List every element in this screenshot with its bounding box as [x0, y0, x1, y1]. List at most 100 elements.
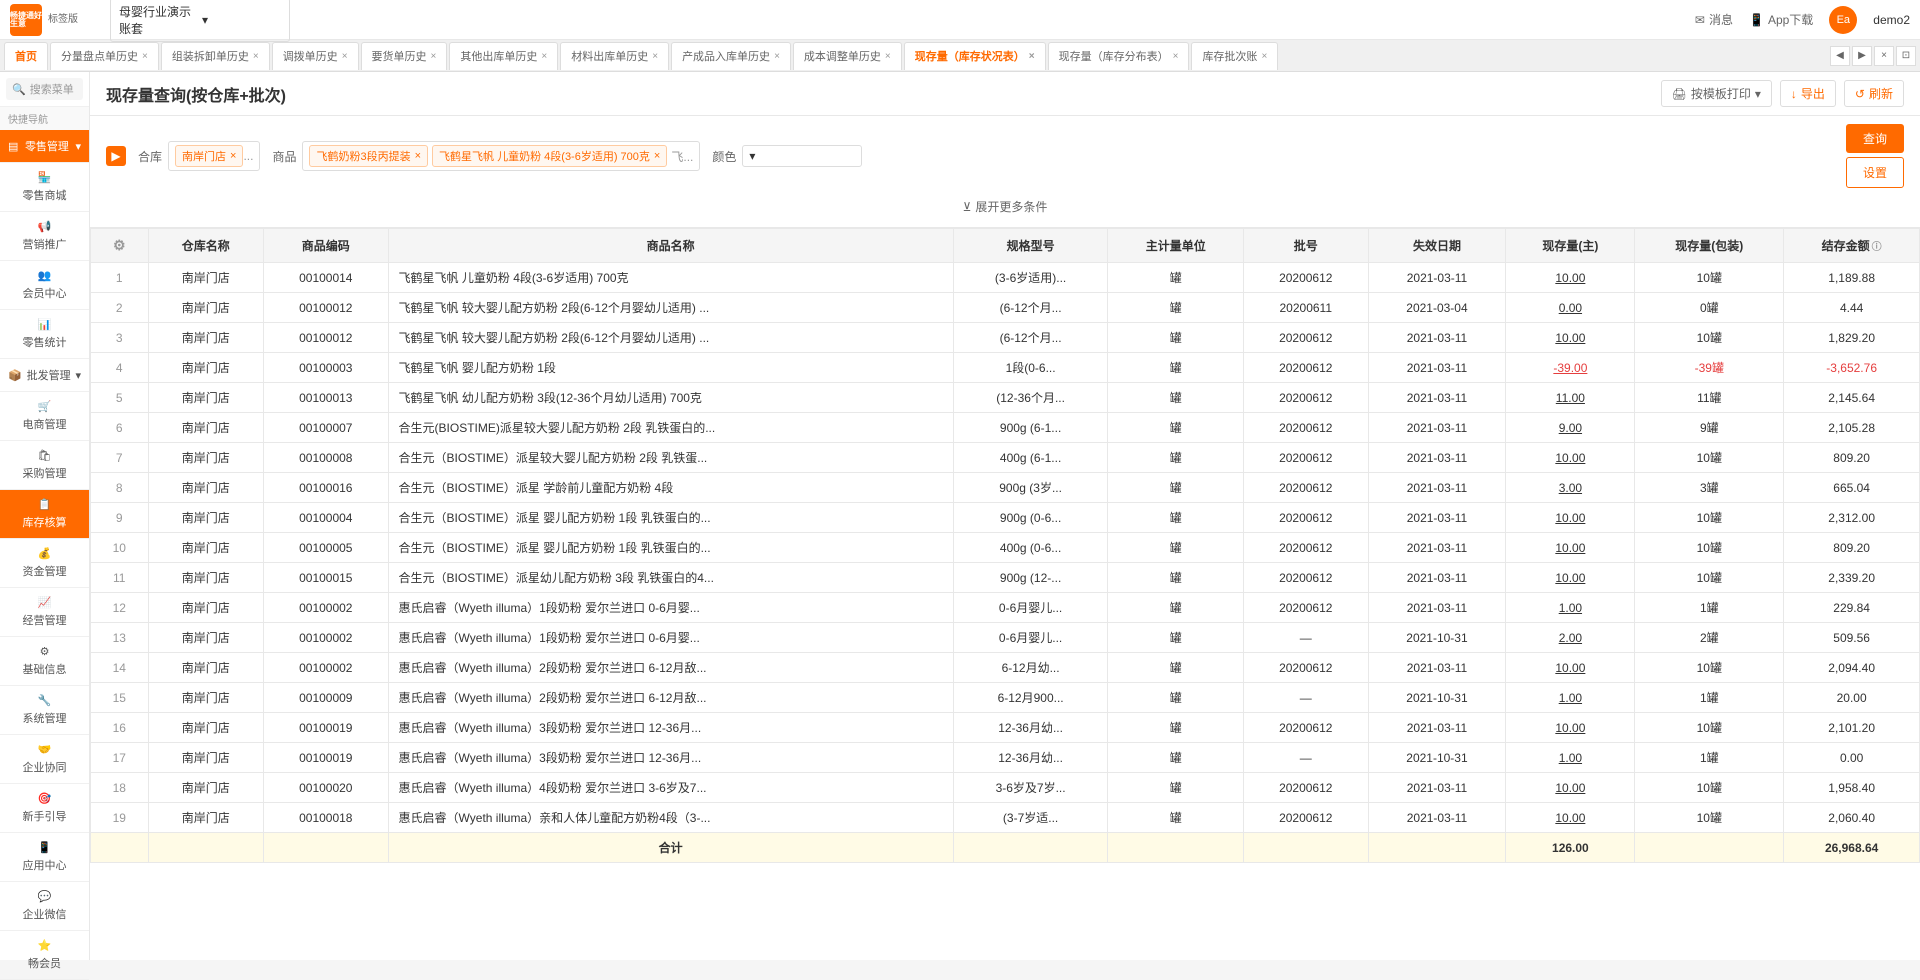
cell-qty-main[interactable]: 10.00: [1506, 713, 1635, 743]
tab-home[interactable]: 首页: [4, 42, 48, 70]
color-input[interactable]: ▾: [742, 145, 862, 167]
cell-qty-main[interactable]: 10.00: [1506, 503, 1635, 533]
sidebar-search-box[interactable]: 🔍 搜索菜单: [6, 78, 83, 100]
tab-close-cost-adjust[interactable]: ×: [885, 51, 891, 62]
tab-prev-btn[interactable]: ◀: [1830, 46, 1850, 66]
tab-current-stock-status[interactable]: 现存量（库存状况表） ×: [904, 42, 1046, 70]
tab-fullscreen-btn[interactable]: ⊡: [1896, 46, 1916, 66]
column-settings-icon[interactable]: ⚙: [113, 237, 126, 253]
cell-qty-pkg: 10罐: [1635, 443, 1784, 473]
cell-qty-main[interactable]: 11.00: [1506, 383, 1635, 413]
cell-qty-main[interactable]: 10.00: [1506, 803, 1635, 833]
sidebar-item-wholesale-label: 批发管理: [25, 367, 73, 383]
refresh-btn[interactable]: ↺ 刷新: [1844, 80, 1904, 107]
warehouse-more[interactable]: ...: [243, 149, 253, 163]
cell-qty-main[interactable]: -39.00: [1506, 353, 1635, 383]
tab-cost-adjust[interactable]: 成本调整单历史 ×: [793, 42, 902, 70]
tab-other-out[interactable]: 其他出库单历史 ×: [449, 42, 558, 70]
tab-close-disassemble[interactable]: ×: [253, 51, 259, 62]
tab-close-batch-ledger[interactable]: ×: [1261, 51, 1267, 62]
sidebar-item-inventory[interactable]: 📋 库存核算: [0, 490, 89, 539]
tab-requisition[interactable]: 要货单历史 ×: [361, 42, 448, 70]
sidebar-item-app-center[interactable]: 📱 应用中心: [0, 833, 89, 882]
cell-qty-main[interactable]: 2.00: [1506, 623, 1635, 653]
tab-current-stock-dist[interactable]: 现存量（库存分布表） ×: [1048, 42, 1190, 70]
tab-allocate[interactable]: 调拨单历史 ×: [272, 42, 359, 70]
product-more[interactable]: 飞...: [671, 148, 693, 165]
message-btn[interactable]: ✉ 消息: [1695, 11, 1733, 28]
product-tag-1-close[interactable]: ×: [415, 150, 421, 162]
product-input[interactable]: 飞鹤奶粉3段丙提装 × 飞鹤星飞帆 儿童奶粉 4段(3-6岁适用) 700克 ×…: [302, 141, 700, 171]
tab-material-out[interactable]: 材料出库单历史 ×: [560, 42, 669, 70]
cell-qty-main[interactable]: 10.00: [1506, 773, 1635, 803]
tab-close-current-dist[interactable]: ×: [1173, 51, 1179, 62]
cell-balance: 2,060.40: [1784, 803, 1920, 833]
sidebar-item-business[interactable]: 📈 经营管理: [0, 588, 89, 637]
cell-qty-main[interactable]: 10.00: [1506, 443, 1635, 473]
app-download-btn[interactable]: 📱 App下载: [1749, 11, 1813, 28]
warehouse-input[interactable]: 南岸门店 × ...: [168, 141, 260, 171]
tab-product-in[interactable]: 产成品入库单历史 ×: [671, 42, 791, 70]
cell-spec: (3-7岁适...: [953, 803, 1108, 833]
cell-qty-main[interactable]: 10.00: [1506, 563, 1635, 593]
sidebar-item-system[interactable]: 🔧 系统管理: [0, 686, 89, 735]
tab-close-material-out[interactable]: ×: [652, 51, 658, 62]
expand-conditions-btn[interactable]: ⊻ 展开更多条件: [951, 194, 1060, 219]
cell-expire: 2021-10-31: [1368, 683, 1506, 713]
wholesale-icon: 📦: [8, 369, 22, 382]
warehouse-tag-close[interactable]: ×: [230, 150, 236, 162]
product-tag-2-close[interactable]: ×: [654, 150, 660, 162]
sidebar-item-basic[interactable]: ⚙ 基础信息: [0, 637, 89, 686]
cell-qty-main[interactable]: 10.00: [1506, 323, 1635, 353]
print-btn[interactable]: 🖨 按模板打印 ▾: [1661, 80, 1772, 107]
cell-qty-main[interactable]: 10.00: [1506, 653, 1635, 683]
logo-label: 标签版: [48, 14, 78, 26]
sidebar-item-retail-mgmt[interactable]: ▤ 零售管理 ▾: [0, 130, 89, 163]
cell-qty-main[interactable]: 10.00: [1506, 263, 1635, 293]
cell-qty-main[interactable]: 3.00: [1506, 473, 1635, 503]
cell-qty-main[interactable]: 1.00: [1506, 683, 1635, 713]
sidebar-item-guide[interactable]: 🎯 新手引导: [0, 784, 89, 833]
sidebar-item-member[interactable]: 👥 会员中心: [0, 261, 89, 310]
filter-product-group: 商品 飞鹤奶粉3段丙提装 × 飞鹤星飞帆 儿童奶粉 4段(3-6岁适用) 700…: [272, 141, 700, 171]
sidebar-item-purchase[interactable]: 🛍 采购管理: [0, 441, 89, 490]
balance-info-icon[interactable]: ⓘ: [1872, 242, 1882, 253]
tab-close-btn[interactable]: ×: [1874, 46, 1894, 66]
tab-close-split[interactable]: ×: [142, 51, 148, 62]
tab-disassemble[interactable]: 组装拆卸单历史 ×: [161, 42, 270, 70]
sidebar-item-marketing[interactable]: 📢 营销推广: [0, 212, 89, 261]
sidebar-item-retail-shop[interactable]: 🏪 零售商城: [0, 163, 89, 212]
export-btn[interactable]: ↓ 导出: [1780, 80, 1836, 107]
tab-split-history[interactable]: 分量盘点单历史 ×: [50, 42, 159, 70]
tab-close-current-status[interactable]: ×: [1029, 51, 1035, 62]
tab-close-product-in[interactable]: ×: [774, 51, 780, 62]
col-settings[interactable]: ⚙: [91, 229, 149, 263]
cell-qty-main[interactable]: 0.00: [1506, 293, 1635, 323]
sidebar-item-enterprise[interactable]: 🤝 企业协同: [0, 735, 89, 784]
cell-batch: 20200612: [1244, 533, 1369, 563]
data-table-container[interactable]: ⚙ 仓库名称 商品编码 商品名称 规格型号 主计量单位 批号 失效日期 现存量(…: [90, 228, 1920, 960]
sidebar-item-retail-stats[interactable]: 📊 零售统计: [0, 310, 89, 359]
sidebar-item-wholesale[interactable]: 📦 批发管理 ▾: [0, 359, 89, 392]
tab-close-allocate[interactable]: ×: [342, 51, 348, 62]
account-selector[interactable]: 母婴行业演示账套 ▾: [110, 0, 290, 42]
cell-qty-main[interactable]: 9.00: [1506, 413, 1635, 443]
settings-btn[interactable]: 设置: [1846, 157, 1904, 188]
sidebar-item-finance[interactable]: 💰 资金管理: [0, 539, 89, 588]
filter-expand-arrow[interactable]: ▶: [106, 146, 126, 166]
tab-close-requisition[interactable]: ×: [431, 51, 437, 62]
cell-name: 飞鹤星飞帆 较大婴儿配方奶粉 2段(6-12个月婴幼儿适用) ...: [388, 323, 953, 353]
user-avatar[interactable]: Ea: [1829, 6, 1857, 34]
tab-close-other-out[interactable]: ×: [541, 51, 547, 62]
cell-qty-main[interactable]: 1.00: [1506, 743, 1635, 773]
tab-next-btn[interactable]: ▶: [1852, 46, 1872, 66]
sidebar-search-area[interactable]: 🔍 搜索菜单: [0, 72, 89, 107]
cell-qty-main[interactable]: 10.00: [1506, 533, 1635, 563]
sidebar-item-ecommerce[interactable]: 🛒 电商管理: [0, 392, 89, 441]
tab-batch-ledger[interactable]: 库存批次账 ×: [1191, 42, 1278, 70]
inventory-icon: 📋: [38, 498, 52, 511]
sidebar-item-wechat[interactable]: 💬 企业微信: [0, 882, 89, 931]
sidebar-item-vip[interactable]: ⭐ 畅会员: [0, 931, 89, 980]
cell-qty-main[interactable]: 1.00: [1506, 593, 1635, 623]
query-btn[interactable]: 查询: [1846, 124, 1904, 153]
